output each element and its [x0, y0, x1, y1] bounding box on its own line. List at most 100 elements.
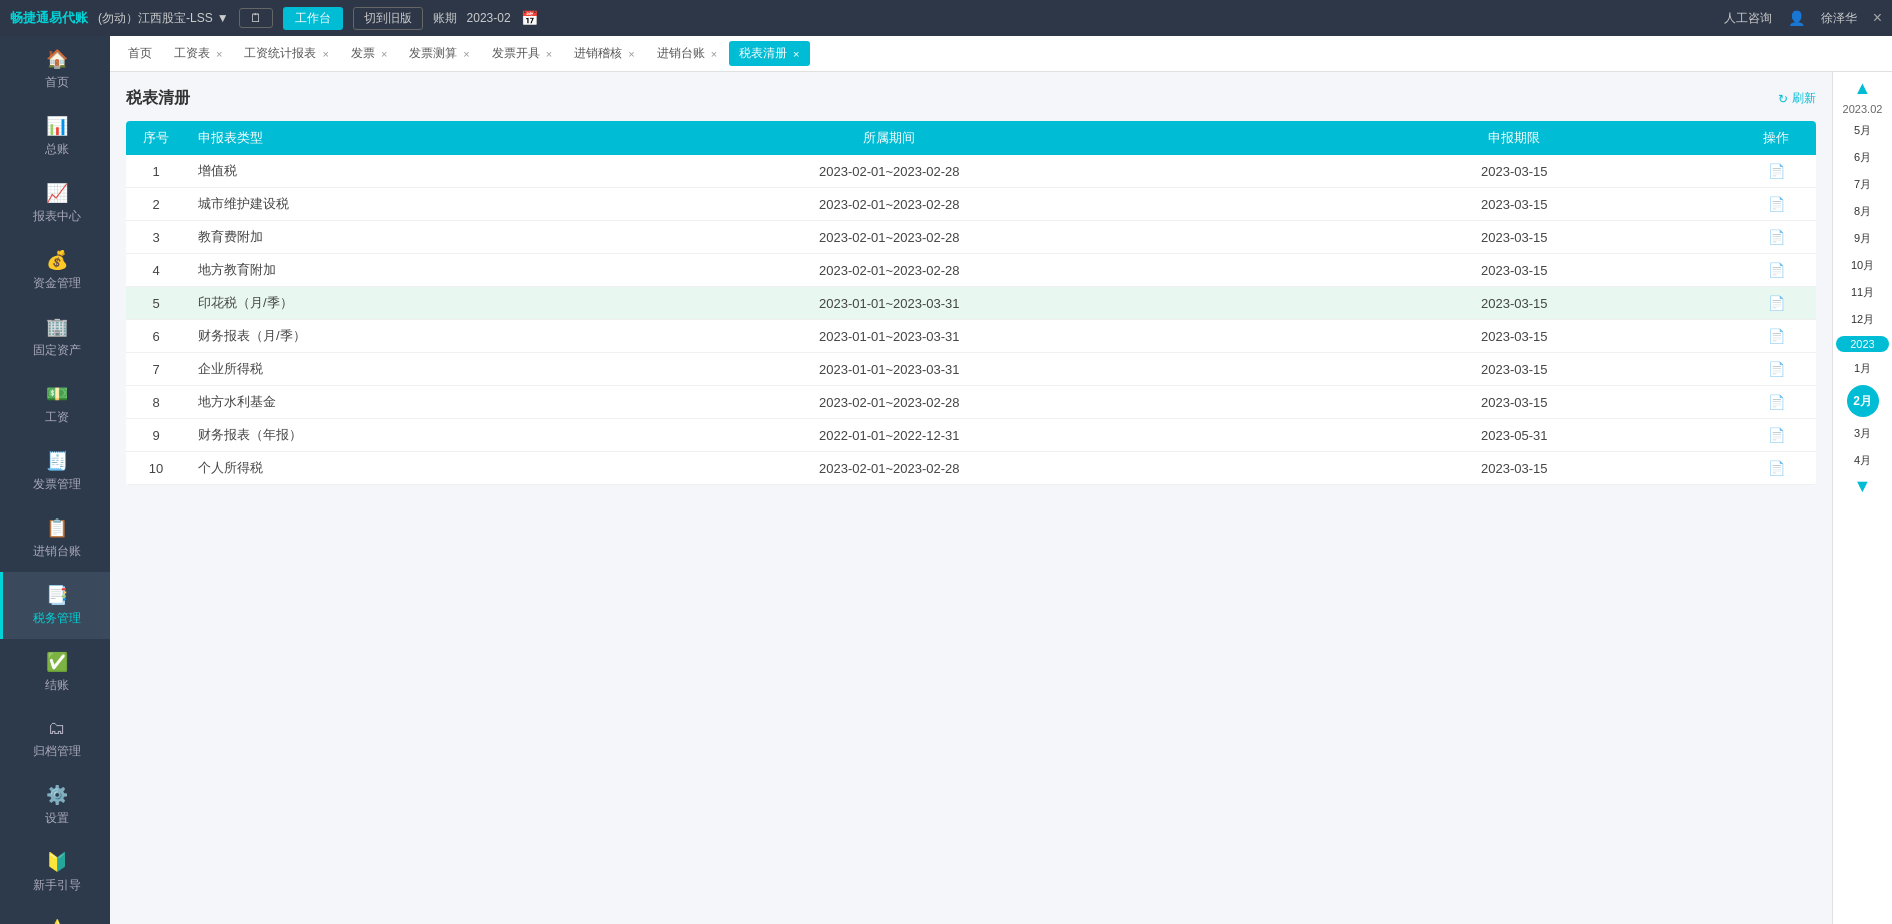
action-icon[interactable]: 📄 [1768, 427, 1785, 443]
tax-icon: 📑 [46, 584, 68, 606]
tab-salary-report[interactable]: 工资统计报表 × [234, 41, 338, 66]
workspace-btn[interactable]: 工作台 [283, 7, 343, 30]
period-month-12[interactable]: 12月 [1833, 306, 1892, 333]
home-icon: 🏠 [46, 48, 68, 70]
sidebar-item-ledger[interactable]: 📊 总账 [0, 103, 110, 170]
copy-btn[interactable]: 🗒 [239, 8, 273, 28]
period-month-1[interactable]: 1月 [1833, 355, 1892, 382]
cell-period: 2023-02-01~2023-02-28 [486, 155, 1293, 188]
sidebar-item-invoice[interactable]: 🧾 发票管理 [0, 438, 110, 505]
assets-icon: 🏢 [46, 316, 68, 338]
cell-type: 增值税 [186, 155, 486, 188]
tab-in-audit[interactable]: 进销稽核 × [564, 41, 644, 66]
period-month-10[interactable]: 10月 [1833, 252, 1892, 279]
cell-action[interactable]: 📄 [1736, 419, 1816, 452]
tab-invoice[interactable]: 发票 × [341, 41, 397, 66]
tab-salary[interactable]: 工资表 × [164, 41, 232, 66]
period-month-8[interactable]: 8月 [1833, 198, 1892, 225]
year-2023-badge[interactable]: 2023 [1836, 336, 1889, 352]
tab-invoice-calc[interactable]: 发票测算 × [399, 41, 479, 66]
capital-icon: 💰 [46, 249, 68, 271]
tab-close-invoice-calc[interactable]: × [463, 48, 469, 60]
refresh-btn[interactable]: ↻ 刷新 [1778, 90, 1816, 107]
tab-close-in-ledger[interactable]: × [711, 48, 717, 60]
cell-deadline: 2023-05-31 [1293, 419, 1736, 452]
cell-deadline: 2023-03-15 [1293, 155, 1736, 188]
cell-seq: 3 [126, 221, 186, 254]
sidebar-item-settings[interactable]: ⚙️ 设置 [0, 772, 110, 839]
period-month-5[interactable]: 5月 [1833, 117, 1892, 144]
action-icon[interactable]: 📄 [1768, 295, 1785, 311]
tab-home[interactable]: 首页 [118, 41, 162, 66]
cell-action[interactable]: 📄 [1736, 386, 1816, 419]
sidebar-label-invoice: 发票管理 [33, 476, 81, 493]
cell-action[interactable]: 📄 [1736, 155, 1816, 188]
action-icon[interactable]: 📄 [1768, 328, 1785, 344]
tab-close-tax-list[interactable]: × [793, 48, 799, 60]
period-month-9[interactable]: 9月 [1833, 225, 1892, 252]
content-area: 首页 工资表 × 工资统计报表 × 发票 × 发票测算 × 发票开具 × 进销稽… [110, 36, 1892, 924]
period-month-4[interactable]: 4月 [1833, 447, 1892, 474]
cell-action[interactable]: 📄 [1736, 287, 1816, 320]
cell-deadline: 2023-03-15 [1293, 287, 1736, 320]
table-row: 2 城市维护建设税 2023-02-01~2023-02-28 2023-03-… [126, 188, 1816, 221]
sidebar-item-assets[interactable]: 🏢 固定资产 [0, 304, 110, 371]
switch-old-btn[interactable]: 切到旧版 [353, 7, 423, 30]
period-month-6[interactable]: 6月 [1833, 144, 1892, 171]
action-icon[interactable]: 📄 [1768, 394, 1785, 410]
cell-seq: 8 [126, 386, 186, 419]
cell-action[interactable]: 📄 [1736, 254, 1816, 287]
cell-action[interactable]: 📄 [1736, 353, 1816, 386]
top-bar: 畅捷通易代账 (勿动）江西股宝-LSS ▼ 🗒 工作台 切到旧版 账期 2023… [0, 0, 1892, 36]
tab-tax-list[interactable]: 税表清册 × [729, 41, 809, 66]
tab-close-invoice-open[interactable]: × [546, 48, 552, 60]
period-month-2-active[interactable]: 2月 [1847, 385, 1879, 417]
vip-icon: ⭐ [46, 918, 68, 924]
period-month-7[interactable]: 7月 [1833, 171, 1892, 198]
tab-close-salary[interactable]: × [216, 48, 222, 60]
ledger-icon: 📊 [46, 115, 68, 137]
sidebar-item-tax[interactable]: 📑 税务管理 [0, 572, 110, 639]
username[interactable]: 徐泽华 [1821, 10, 1857, 27]
action-icon[interactable]: 📄 [1768, 229, 1785, 245]
tab-in-ledger[interactable]: 进销台账 × [647, 41, 727, 66]
sidebar-item-salary[interactable]: 💵 工资 [0, 371, 110, 438]
action-icon[interactable]: 📄 [1768, 361, 1785, 377]
sidebar-label-tax: 税务管理 [33, 610, 81, 627]
tab-invoice-open[interactable]: 发票开具 × [482, 41, 562, 66]
period-down-btn[interactable]: ▼ [1852, 474, 1874, 499]
period-up-btn[interactable]: ▲ [1852, 76, 1874, 101]
company-selector[interactable]: (勿动）江西股宝-LSS ▼ [98, 10, 229, 27]
top-bar-right: 人工咨询 👤 徐泽华 × [1724, 9, 1882, 27]
cell-action[interactable]: 📄 [1736, 188, 1816, 221]
period-month-3[interactable]: 3月 [1833, 420, 1892, 447]
window-close-btn[interactable]: × [1873, 9, 1882, 27]
sidebar-item-settle[interactable]: ✅ 结账 [0, 639, 110, 706]
action-icon[interactable]: 📄 [1768, 163, 1785, 179]
cell-action[interactable]: 📄 [1736, 221, 1816, 254]
action-icon[interactable]: 📄 [1768, 460, 1785, 476]
cell-seq: 6 [126, 320, 186, 353]
table-row: 7 企业所得税 2023-01-01~2023-03-31 2023-03-15… [126, 353, 1816, 386]
table-row: 10 个人所得税 2023-02-01~2023-02-28 2023-03-1… [126, 452, 1816, 485]
tab-close-invoice[interactable]: × [381, 48, 387, 60]
cell-deadline: 2023-03-15 [1293, 386, 1736, 419]
sidebar-item-capital[interactable]: 💰 资金管理 [0, 237, 110, 304]
cell-action[interactable]: 📄 [1736, 452, 1816, 485]
action-icon[interactable]: 📄 [1768, 262, 1785, 278]
sidebar-item-vip[interactable]: ⭐ 畅会员 [0, 906, 110, 924]
sidebar-item-report[interactable]: 📈 报表中心 [0, 170, 110, 237]
cell-period: 2023-02-01~2023-02-28 [486, 254, 1293, 287]
tab-close-salary-report[interactable]: × [322, 48, 328, 60]
sidebar-item-home[interactable]: 🏠 首页 [0, 36, 110, 103]
sidebar-item-reconcile[interactable]: 📋 进销台账 [0, 505, 110, 572]
cell-action[interactable]: 📄 [1736, 320, 1816, 353]
sidebar-item-newbie[interactable]: 🔰 新手引导 [0, 839, 110, 906]
cell-seq: 9 [126, 419, 186, 452]
ai-consult[interactable]: 人工咨询 [1724, 10, 1772, 27]
tab-close-in-audit[interactable]: × [628, 48, 634, 60]
calendar-icon[interactable]: 📅 [521, 10, 538, 26]
sidebar-item-archive[interactable]: 🗂 归档管理 [0, 706, 110, 772]
action-icon[interactable]: 📄 [1768, 196, 1785, 212]
period-month-11[interactable]: 11月 [1833, 279, 1892, 306]
